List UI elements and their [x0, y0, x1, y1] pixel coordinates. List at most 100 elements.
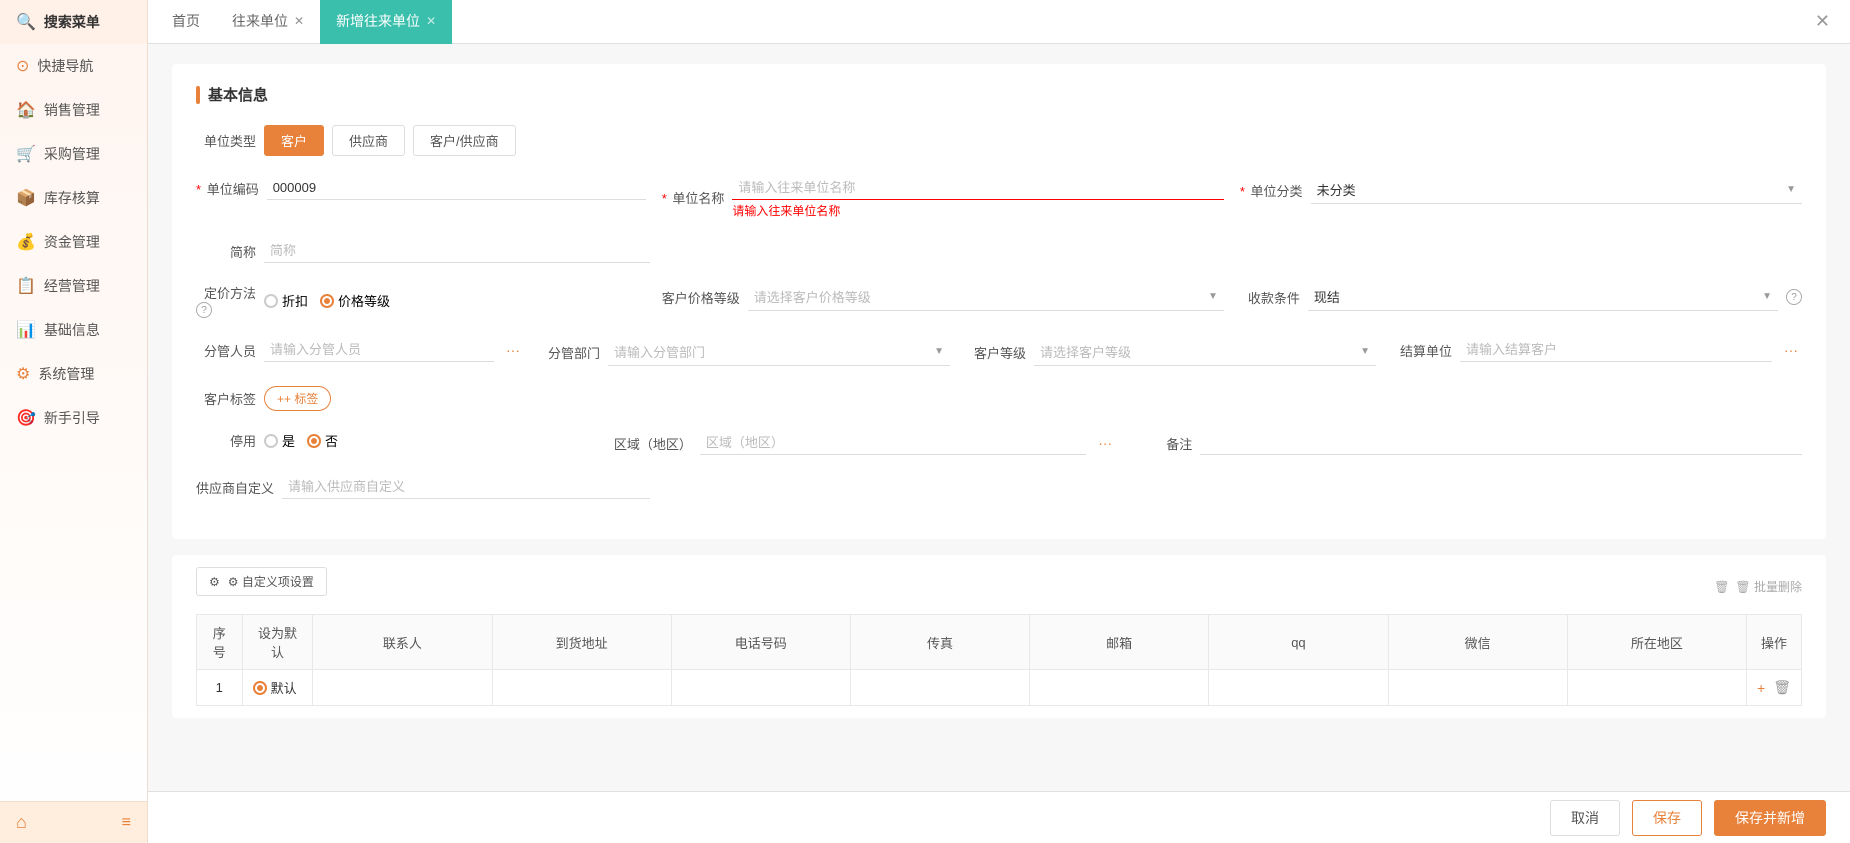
cell-fax[interactable] — [850, 670, 1029, 706]
remarks-field: 备注 — [1132, 431, 1802, 455]
batch-delete-button[interactable]: 🗑 🗑 批量删除 — [1714, 578, 1802, 595]
disabled-yes-radio[interactable]: 是 — [264, 431, 295, 450]
sidebar-item-finance[interactable]: 💰 资金管理 — [0, 220, 147, 264]
delete-row-btn[interactable]: 🗑 — [1773, 679, 1791, 696]
close-new-unit-tab[interactable]: ✕ — [426, 14, 436, 28]
sidebar-item-basic-info[interactable]: 📊 基础信息 — [0, 308, 147, 352]
settlement-unit-input[interactable] — [1460, 338, 1772, 362]
sales-icon: 🏠 — [16, 100, 36, 120]
pricing-help-icon[interactable]: ? — [196, 302, 212, 318]
close-all-tabs-button[interactable]: ✕ — [1803, 11, 1842, 32]
pricing-row: 定价方法 ? 折扣 价格等级 客户 — [196, 283, 1802, 318]
finance-icon: 💰 — [16, 232, 36, 252]
customer-price-level-label: 客户价格等级 — [662, 288, 740, 307]
row-region-input[interactable] — [1578, 680, 1736, 695]
abbreviation-row: 简称 — [196, 239, 1802, 263]
col-region: 所在地区 — [1567, 615, 1746, 670]
sidebar-bottom: ⌂ ≡ — [0, 801, 147, 843]
phone-input[interactable] — [682, 680, 840, 695]
cell-qq[interactable] — [1209, 670, 1388, 706]
tab-unit-list[interactable]: 往来单位 ✕ — [216, 0, 320, 44]
abbreviation-field: 简称 — [196, 239, 650, 263]
disabled-no-radio[interactable]: 否 — [307, 431, 338, 450]
sidebar: 🔍 搜索菜单 ⊙ 快捷导航 🏠 销售管理 🛒 采购管理 📦 库存核算 💰 资金管… — [0, 0, 148, 843]
cell-wechat[interactable] — [1388, 670, 1567, 706]
pricing-discount-radio[interactable]: 折扣 — [264, 291, 308, 310]
cell-contact[interactable] — [313, 670, 492, 706]
region-input[interactable] — [700, 431, 1086, 455]
row-actions: + 🗑 — [1757, 679, 1791, 696]
cell-phone[interactable] — [671, 670, 850, 706]
cancel-button[interactable]: 取消 — [1550, 800, 1620, 836]
customer-level-label: 客户等级 — [966, 343, 1026, 362]
remarks-input[interactable] — [1200, 431, 1802, 455]
home-icon: ⌂ — [16, 812, 27, 833]
add-row-btn[interactable]: + — [1757, 680, 1765, 696]
manager-input[interactable] — [264, 338, 494, 362]
settlement-unit-more-btn[interactable]: ··· — [1780, 342, 1802, 358]
sidebar-item-purchase[interactable]: 🛒 采购管理 — [0, 132, 147, 176]
cell-address[interactable] — [492, 670, 671, 706]
cell-email[interactable] — [1030, 670, 1209, 706]
sidebar-item-inventory[interactable]: 📦 库存核算 — [0, 176, 147, 220]
fax-input[interactable] — [861, 680, 1019, 695]
supplier-custom-input[interactable] — [282, 475, 650, 499]
pricing-method-label: 定价方法 ? — [196, 283, 256, 318]
cell-default[interactable]: 默认 — [242, 670, 313, 706]
contacts-table: 序号 设为默认 联系人 到货地址 电话号码 传真 邮箱 qq 微信 所在地区 操… — [196, 614, 1802, 706]
tab-new-unit[interactable]: 新增往来单位 ✕ — [320, 0, 452, 44]
wechat-input[interactable] — [1399, 680, 1557, 695]
unit-type-both-btn[interactable]: 客户/供应商 — [413, 125, 516, 156]
sidebar-item-guide[interactable]: 🎯 新手引导 — [0, 396, 147, 440]
qq-input[interactable] — [1219, 680, 1377, 695]
save-and-new-button[interactable]: 保存并新增 — [1714, 800, 1826, 836]
payment-terms-select[interactable]: 现结 ▼ — [1308, 283, 1778, 311]
purchase-icon: 🛒 — [16, 144, 36, 164]
unit-type-supplier-btn[interactable]: 供应商 — [332, 125, 405, 156]
customer-tag-field: 客户标签 + + 标签 — [196, 386, 1802, 411]
pricing-level-radio[interactable]: 价格等级 — [320, 291, 390, 310]
add-tag-button[interactable]: + + 标签 — [264, 386, 331, 411]
expand-icon[interactable]: ≡ — [122, 814, 131, 832]
default-radio[interactable]: 默认 — [253, 678, 303, 697]
unit-code-input[interactable] — [267, 176, 646, 200]
sidebar-item-search[interactable]: 🔍 搜索菜单 — [0, 0, 147, 44]
pricing-discount-circle — [264, 294, 278, 308]
pricing-radio-group: 折扣 价格等级 — [264, 291, 390, 310]
supplier-custom-field: 供应商自定义 — [196, 475, 650, 499]
abbreviation-input[interactable] — [264, 239, 650, 263]
payment-terms-help-icon[interactable]: ? — [1786, 289, 1802, 305]
unit-category-select[interactable]: 未分类 ▼ — [1311, 176, 1802, 204]
cell-region[interactable] — [1567, 670, 1746, 706]
unit-category-value: 未分类 — [1317, 180, 1783, 199]
unit-type-row: 单位类型 客户 供应商 客户/供应商 — [196, 125, 1802, 156]
unit-name-input[interactable] — [732, 176, 1223, 200]
address-input[interactable] — [503, 680, 661, 695]
manager-more-btn[interactable]: ··· — [502, 342, 524, 358]
sidebar-item-system[interactable]: ⚙ 系统管理 — [0, 352, 147, 396]
sidebar-item-quick-nav[interactable]: ⊙ 快捷导航 — [0, 44, 147, 88]
close-unit-list-tab[interactable]: ✕ — [294, 14, 304, 28]
settlement-unit-label: 结算单位 — [1392, 341, 1452, 360]
content-area: 基本信息 单位类型 客户 供应商 客户/供应商 * — [148, 44, 1850, 791]
custom-settings-button[interactable]: ⚙ ⚙ 自定义项设置 — [196, 567, 327, 596]
email-input[interactable] — [1040, 680, 1198, 695]
disabled-field: 停用 是 否 — [196, 431, 598, 450]
customer-level-select[interactable]: 请选择客户等级 ▼ — [1034, 338, 1376, 366]
department-select[interactable]: 请输入分管部门 ▼ — [608, 338, 950, 366]
unit-name-error: 请输入往来单位名称 — [732, 202, 1223, 219]
customer-price-level-select[interactable]: 请选择客户价格等级 ▼ — [748, 283, 1224, 311]
region-more-btn[interactable]: ··· — [1094, 435, 1116, 451]
inventory-icon: 📦 — [16, 188, 36, 208]
col-default: 设为默认 — [242, 615, 313, 670]
sidebar-item-sales[interactable]: 🏠 销售管理 — [0, 88, 147, 132]
save-button[interactable]: 保存 — [1632, 800, 1702, 836]
sidebar-item-operations[interactable]: 📋 经营管理 — [0, 264, 147, 308]
unit-type-customer-btn[interactable]: 客户 — [264, 125, 324, 156]
code-name-category-row: * 单位编码 * 单位名称 请输入往来单位名称 — [196, 176, 1802, 219]
col-wechat: 微信 — [1388, 615, 1567, 670]
guide-icon: 🎯 — [16, 408, 36, 428]
tab-home[interactable]: 首页 — [156, 0, 216, 44]
contact-input[interactable] — [323, 680, 481, 695]
customer-price-level-field: 客户价格等级 请选择客户价格等级 ▼ — [662, 283, 1224, 311]
